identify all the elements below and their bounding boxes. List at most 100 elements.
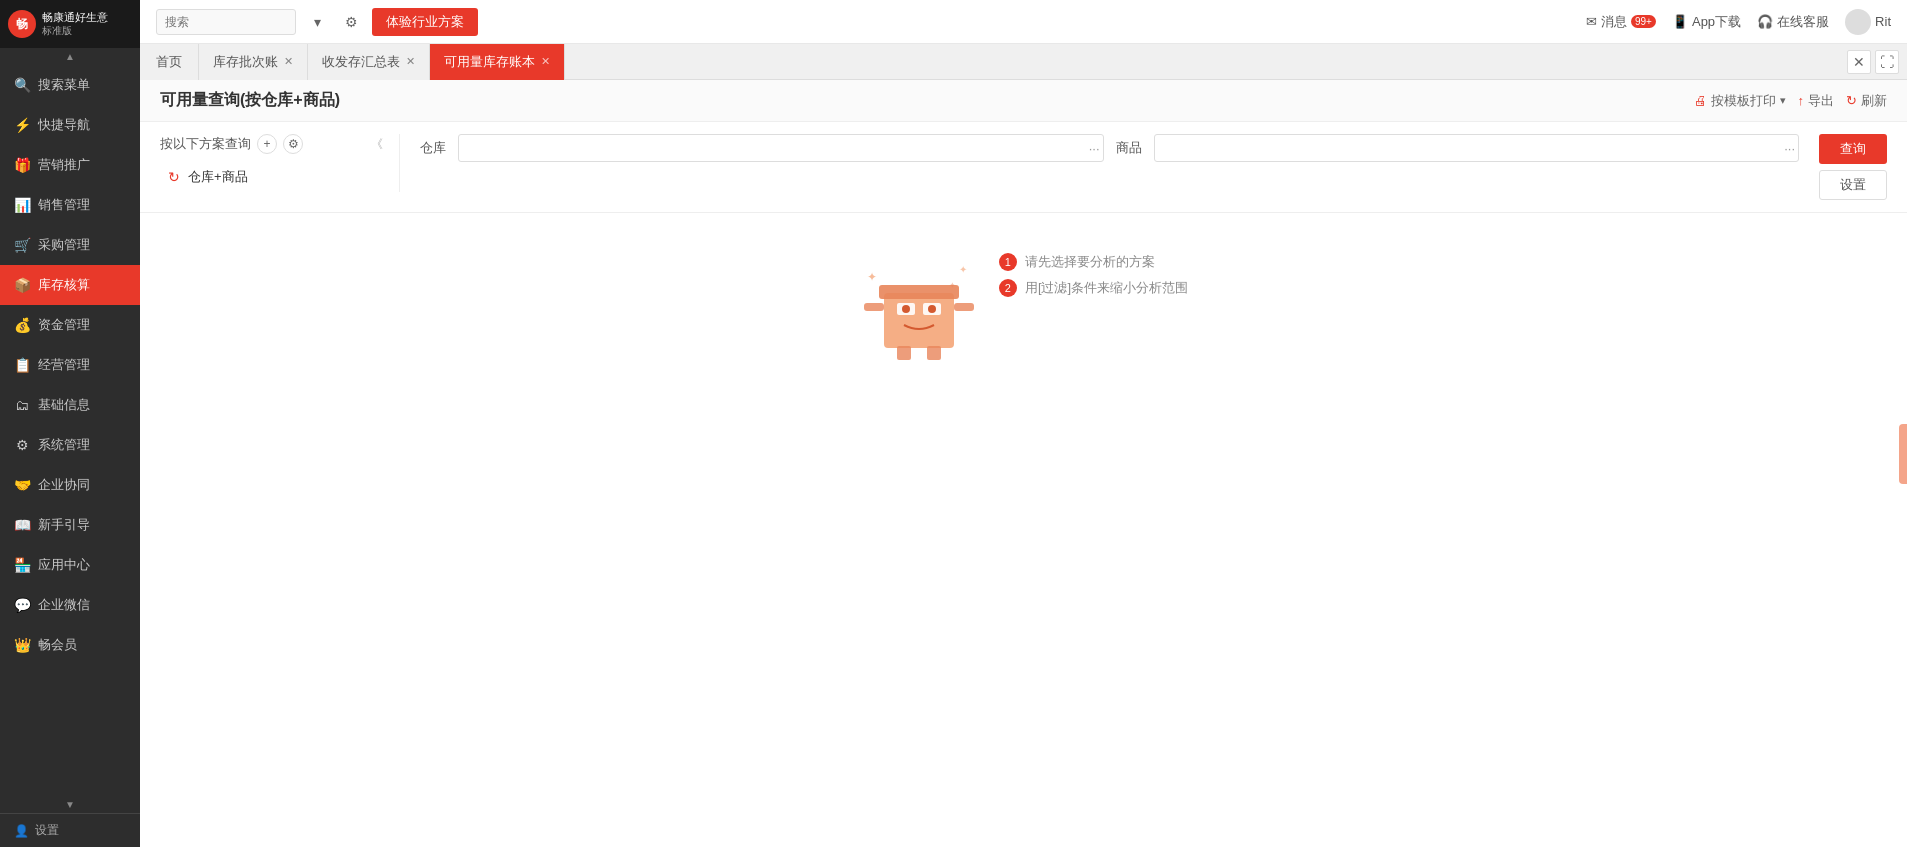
brand-logo: 畅 (8, 10, 36, 38)
user-avatar (1845, 9, 1871, 35)
sidebar-item-members[interactable]: 👑 畅会员 (0, 625, 140, 665)
search-nav-icon: 🔍 (14, 77, 30, 93)
tab-expand-btn[interactable]: ⛶ (1875, 50, 1899, 74)
scheme-collapse-btn[interactable]: 《 (371, 136, 383, 153)
enterprise-icon: 🤝 (14, 477, 30, 493)
sidebar-item-shortcuts[interactable]: ⚡ 快捷导航 (0, 105, 140, 145)
sidebar-item-inventory[interactable]: 📦 库存核算 (0, 265, 140, 305)
export-action[interactable]: ↑ 导出 (1798, 92, 1835, 110)
tab-batch-label: 库存批次账 (213, 53, 278, 71)
tab-batch-ledger[interactable]: 库存批次账 ✕ (199, 44, 308, 80)
topbar-dropdown-icon[interactable]: ▾ (304, 9, 330, 35)
svg-text:✦: ✦ (867, 270, 877, 284)
sidebar-item-finance[interactable]: 💰 资金管理 (0, 305, 140, 345)
sidebar: 畅 畅康通好生意 标准版 ▲ 🔍 搜索菜单 ⚡ 快捷导航 🎁 营销推广 📊 销售… (0, 0, 140, 847)
empty-robot-svg: ✦ ✦ ✦ (859, 253, 979, 363)
empty-text: 1 请先选择要分析的方案 2 用[过滤]条件来缩小分析范围 (999, 253, 1188, 297)
scheme-settings-btn[interactable]: ⚙ (283, 134, 303, 154)
system-icon: ⚙ (14, 437, 30, 453)
page-header-actions: 🖨 按模板打印 ▾ ↑ 导出 ↻ 刷新 (1694, 92, 1888, 110)
filter-row-1: 仓库 ··· 商品 ··· (420, 134, 1799, 162)
hint-text-1: 请先选择要分析的方案 (1025, 253, 1155, 271)
sidebar-item-wechat[interactable]: 💬 企业微信 (0, 585, 140, 625)
sidebar-item-sales[interactable]: 📊 销售管理 (0, 185, 140, 225)
tab-receive-summary[interactable]: 收发存汇总表 ✕ (308, 44, 430, 80)
svg-rect-1 (879, 285, 959, 299)
scheme-warehouse-product[interactable]: ↻ 仓库+商品 (160, 162, 383, 192)
tab-available-ledger[interactable]: 可用量库存账本 ✕ (430, 44, 565, 80)
online-service-item[interactable]: 🎧 在线客服 (1757, 13, 1829, 31)
message-icon: ✉ (1586, 14, 1597, 29)
print-icon: 🖨 (1694, 93, 1707, 108)
sidebar-nav: 🔍 搜索菜单 ⚡ 快捷导航 🎁 营销推广 📊 销售管理 🛒 采购管理 📦 库存核… (0, 65, 140, 796)
sidebar-bottom-icon: 👤 (14, 824, 29, 838)
user-name: Rit (1875, 14, 1891, 29)
sidebar-scroll-up[interactable]: ▲ (0, 48, 140, 65)
scheme-add-btn[interactable]: + (257, 134, 277, 154)
sidebar-item-appcenter[interactable]: 🏪 应用中心 (0, 545, 140, 585)
scheme-header: 按以下方案查询 + ⚙ 《 (160, 134, 383, 154)
tab-receive-close[interactable]: ✕ (406, 55, 415, 68)
filter-field-warehouse: 仓库 ··· (420, 134, 1104, 162)
query-button[interactable]: 查询 (1819, 134, 1887, 164)
tab-batch-close[interactable]: ✕ (284, 55, 293, 68)
wechat-icon: 💬 (14, 597, 30, 613)
svg-point-5 (928, 305, 936, 313)
hint-num-1: 1 (999, 253, 1017, 271)
svg-rect-9 (927, 346, 941, 360)
app-download-label: App下载 (1692, 13, 1741, 31)
page-header: 可用量查询(按仓库+商品) 🖨 按模板打印 ▾ ↑ 导出 ↻ 刷新 (140, 80, 1907, 122)
empty-hint-2: 2 用[过滤]条件来缩小分析范围 (999, 279, 1188, 297)
sidebar-item-search[interactable]: 🔍 搜索菜单 (0, 65, 140, 105)
filter-fields: 仓库 ··· 商品 ··· (400, 134, 1799, 162)
sidebar-item-system[interactable]: ⚙ 系统管理 (0, 425, 140, 465)
print-dropdown-icon: ▾ (1780, 94, 1786, 107)
empty-state-container: ✦ ✦ ✦ 1 请先选择要分析的方案 2 用[过滤]条件来缩小分析范围 (140, 253, 1907, 373)
scheme-item-icon: ↻ (168, 169, 180, 185)
topbar-gear-icon[interactable]: ⚙ (338, 9, 364, 35)
members-icon: 👑 (14, 637, 30, 653)
tab-home[interactable]: 首页 (140, 44, 199, 80)
operations-icon: 📋 (14, 357, 30, 373)
product-input[interactable] (1154, 134, 1800, 162)
settings-button[interactable]: 设置 (1819, 170, 1887, 200)
warehouse-input[interactable] (458, 134, 1104, 162)
refresh-action[interactable]: ↻ 刷新 (1846, 92, 1887, 110)
warehouse-more-btn[interactable]: ··· (1089, 141, 1100, 156)
sidebar-scroll-down[interactable]: ▼ (0, 796, 140, 813)
message-badge: 99+ (1631, 15, 1656, 28)
sidebar-bottom-label: 设置 (35, 822, 59, 839)
print-label: 按模板打印 (1711, 92, 1776, 110)
sidebar-item-enterprise[interactable]: 🤝 企业协同 (0, 465, 140, 505)
marketing-icon: 🎁 (14, 157, 30, 173)
sidebar-item-marketing[interactable]: 🎁 营销推广 (0, 145, 140, 185)
tab-close-btn[interactable]: ✕ (1847, 50, 1871, 74)
page-title: 可用量查询(按仓库+商品) (160, 90, 340, 111)
sidebar-bottom[interactable]: 👤 设置 (0, 813, 140, 847)
user-item[interactable]: Rit (1845, 9, 1891, 35)
sidebar-item-baseinfo[interactable]: 🗂 基础信息 (0, 385, 140, 425)
svg-rect-8 (897, 346, 911, 360)
svg-text:✦: ✦ (959, 264, 967, 275)
sidebar-item-purchase[interactable]: 🛒 采购管理 (0, 225, 140, 265)
tab-bar: 首页 库存批次账 ✕ 收发存汇总表 ✕ 可用量库存账本 ✕ ✕ ⛶ (140, 44, 1907, 80)
tab-available-label: 可用量库存账本 (444, 53, 535, 71)
trial-button[interactable]: 体验行业方案 (372, 8, 478, 36)
print-action[interactable]: 🖨 按模板打印 ▾ (1694, 92, 1786, 110)
sidebar-item-operations[interactable]: 📋 经营管理 (0, 345, 140, 385)
product-more-btn[interactable]: ··· (1784, 141, 1795, 156)
sidebar-item-newbie[interactable]: 📖 新手引导 (0, 505, 140, 545)
purchase-icon: 🛒 (14, 237, 30, 253)
tab-available-close[interactable]: ✕ (541, 55, 550, 68)
message-item[interactable]: ✉ 消息 99+ (1586, 13, 1656, 31)
svg-rect-7 (954, 303, 974, 311)
search-input[interactable] (156, 9, 296, 35)
page-content: 可用量查询(按仓库+商品) 🖨 按模板打印 ▾ ↑ 导出 ↻ 刷新 (140, 80, 1907, 847)
online-service-label: 在线客服 (1777, 13, 1829, 31)
newbie-icon: 📖 (14, 517, 30, 533)
appcenter-icon: 🏪 (14, 557, 30, 573)
filter-scheme-panel: 按以下方案查询 + ⚙ 《 ↻ 仓库+商品 (160, 134, 400, 192)
tab-home-label: 首页 (156, 53, 182, 71)
app-download-item[interactable]: 📱 App下载 (1672, 13, 1741, 31)
refresh-label: 刷新 (1861, 92, 1887, 110)
